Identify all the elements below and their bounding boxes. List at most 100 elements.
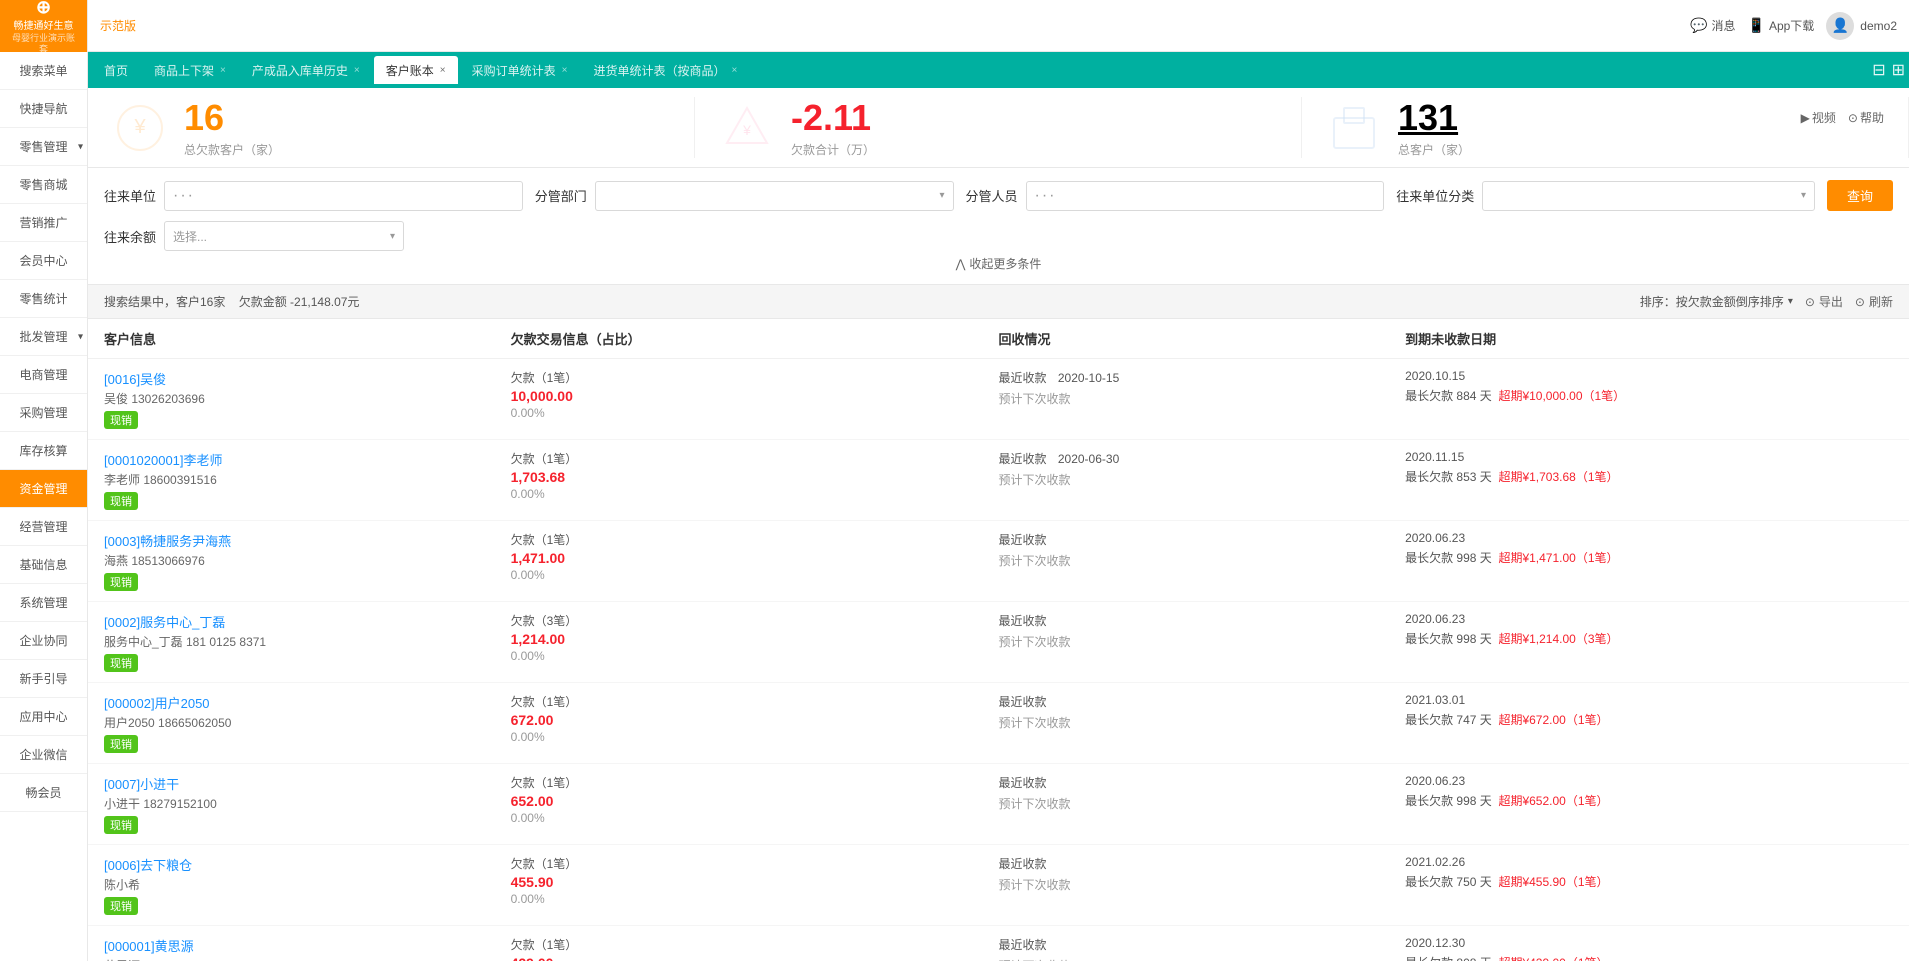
debt-count-0: 欠款（1笔） (511, 369, 999, 386)
tab-purchase_orders[interactable]: 采购订单统计表× (460, 56, 580, 84)
sidebar-item-ecommerce[interactable]: 电商管理 (0, 356, 87, 394)
sidebar-item-apps[interactable]: 应用中心 (0, 698, 87, 736)
sidebar-item-newbie[interactable]: 新手引导 (0, 660, 87, 698)
sidebar-item-member-vip[interactable]: 畅会员 (0, 774, 87, 812)
sidebar-item-enterprise[interactable]: 企业协同 (0, 622, 87, 660)
tab-close-production[interactable]: × (354, 65, 360, 76)
collapse-up-icon: ⋀ (956, 257, 966, 271)
debt-ratio-1: 0.00% (511, 487, 999, 501)
customer-name-5[interactable]: [0007]小进干 (104, 774, 511, 793)
tab-production[interactable]: 产成品入库单历史 × (240, 56, 372, 84)
source-unit-input[interactable]: ··· (164, 181, 523, 211)
department-arrow-icon: ▾ (939, 190, 944, 201)
sidebar-item-operations[interactable]: 经营管理 (0, 508, 87, 546)
maximize-icon[interactable]: ⊞ (1892, 60, 1905, 80)
tab-close-products[interactable]: × (220, 65, 226, 76)
debt-amount-6: 455.90 (511, 874, 999, 890)
overdue-link-5[interactable]: 超期¥652.00（1笔） (1498, 794, 1608, 808)
customer-name-4[interactable]: [000002]用户2050 (104, 693, 511, 712)
overdue-link-3[interactable]: 超期¥1,214.00（3笔） (1498, 632, 1618, 646)
help-btn[interactable]: ⊙ 帮助 (1848, 109, 1884, 126)
total-customers-icon (1326, 100, 1382, 156)
total-debt-customers-number: 16 (184, 97, 280, 139)
sidebar-item-quick-nav[interactable]: 快捷导航 (0, 90, 87, 128)
customer-name-1[interactable]: [0001020001]李老师 (104, 450, 511, 469)
sidebar-item-finance[interactable]: 资金管理 (0, 470, 87, 508)
sidebar-item-wecom[interactable]: 企业微信 (0, 736, 87, 774)
debt-count-6: 欠款（1笔） (511, 855, 999, 872)
collection-info-6: 最近收款 预计下次收款 (999, 855, 1406, 893)
unit-category-filter: 往来单位分类 ▾ (1396, 181, 1815, 211)
minimize-icon[interactable]: ⊟ (1872, 60, 1885, 80)
customer-info-7: [000001]黄思源 黄思源 13552700226 现销 (104, 936, 511, 961)
header-customer: 客户信息 (104, 329, 511, 348)
results-actions: 排序：按欠款金额倒序排序 ▾ ⊙ 导出 ⊙ 刷新 (1640, 293, 1893, 310)
refresh-icon: ⊙ (1855, 295, 1865, 309)
tab-products[interactable]: 商品上下架× (142, 56, 238, 84)
user-avatar[interactable]: 👤 demo2 (1826, 12, 1897, 40)
collection-label-1: 最近收款 (999, 452, 1047, 466)
filter-row-2: 往来余额 选择... ▾ (104, 221, 1893, 251)
overdue-link-6[interactable]: 超期¥455.90（1笔） (1498, 875, 1608, 889)
customer-name-0[interactable]: [0016]吴俊 (104, 369, 511, 388)
message-btn[interactable]: 💬 消息 (1690, 17, 1735, 34)
collection-info-3: 最近收款 预计下次收款 (999, 612, 1406, 650)
customer-info-4: [000002]用户2050 用户2050 18665062050 现销 (104, 693, 511, 753)
customer-name-3[interactable]: [0002]服务中心_丁磊 (104, 612, 511, 631)
total-debt-customers-label: 总欠款客户（家） (184, 141, 280, 158)
customer-name-2[interactable]: [0003]畅捷服务尹海燕 (104, 531, 511, 550)
sidebar-item-membership[interactable]: 会员中心 (0, 242, 87, 280)
sidebar-item-system[interactable]: 系统管理 (0, 584, 87, 622)
filter-area: 往来单位 ··· 分管部门 ▾ 分管人员 ··· (88, 168, 1909, 285)
tab-close-purchase_orders[interactable]: × (562, 65, 568, 76)
sidebar-item-retail-mgmt[interactable]: 零售管理 (0, 128, 87, 166)
overdue-link-7[interactable]: 超期¥429.00（1笔） (1498, 956, 1608, 961)
table-row: [0001020001]李老师 李老师 18600391516 现销 欠款（1笔… (88, 440, 1909, 521)
customer-name-7[interactable]: [000001]黄思源 (104, 936, 511, 955)
svg-text:¥: ¥ (133, 116, 146, 138)
sort-arrow-icon: ▾ (1788, 296, 1793, 307)
unit-category-select[interactable]: ▾ (1482, 181, 1815, 211)
search-button[interactable]: 查询 (1827, 180, 1893, 211)
sidebar-item-marketing[interactable]: 营销推广 (0, 204, 87, 242)
collection-info-7: 最近收款 预计下次收款 (999, 936, 1406, 961)
sort-select[interactable]: 排序：按欠款金额倒序排序 ▾ (1640, 293, 1793, 310)
overdue-link-4[interactable]: 超期¥672.00（1笔） (1498, 713, 1608, 727)
overdue-info-0: 2020.10.15 最长欠款 884 天 超期¥10,000.00（1笔） (1405, 369, 1893, 404)
overdue-link-2[interactable]: 超期¥1,471.00（1笔） (1498, 551, 1618, 565)
tab-home[interactable]: 首页 (92, 56, 140, 84)
manager-filter: 分管人员 ··· (966, 181, 1385, 211)
sidebar-item-inventory[interactable]: 库存核算 (0, 432, 87, 470)
tab-close-customer_account[interactable]: × (440, 65, 446, 76)
refresh-button[interactable]: ⊙ 刷新 (1855, 293, 1893, 310)
balance-select[interactable]: 选择... ▾ (164, 221, 404, 251)
main-content: 示范版 💬 消息 📱 App下载 👤 demo2 首页商品上下架×产成品入库单历… (88, 0, 1909, 961)
customer-name-6[interactable]: [0006]去下粮仓 (104, 855, 511, 874)
sidebar-item-retail-store[interactable]: 零售商城 (0, 166, 87, 204)
sidebar-item-batch-mgmt[interactable]: 批发管理 (0, 318, 87, 356)
export-button[interactable]: ⊙ 导出 (1805, 293, 1843, 310)
debt-amount-5: 652.00 (511, 793, 999, 809)
sidebar-item-purchase[interactable]: 采购管理 (0, 394, 87, 432)
table-header: 客户信息 欠款交易信息（占比） 回收情况 到期未收款日期 (88, 319, 1909, 359)
department-select[interactable]: ▾ (595, 181, 954, 211)
sidebar-item-search[interactable]: 搜索菜单 (0, 52, 87, 90)
collection-next-1: 预计下次收款 (999, 471, 1406, 488)
collection-info-2: 最近收款 预计下次收款 (999, 531, 1406, 569)
tab-bar: 首页商品上下架×产成品入库单历史×客户账本×采购订单统计表×进货单统计表（按商品… (88, 52, 1909, 88)
overdue-link-1[interactable]: 超期¥1,703.68（1笔） (1498, 470, 1618, 484)
tab-close-purchase_stats[interactable]: × (731, 65, 737, 76)
tab-label-production: 产成品入库单历史 (252, 62, 348, 79)
app-download-btn[interactable]: 📱 App下载 (1748, 17, 1815, 34)
tab-purchase_stats[interactable]: 进货单统计表（按商品）× (581, 56, 749, 84)
tab-customer_account[interactable]: 客户账本× (374, 56, 458, 84)
sidebar-item-retail-stats[interactable]: 零售统计 (0, 280, 87, 318)
collection-label-5: 最近收款 (999, 776, 1047, 790)
overdue-link-0[interactable]: 超期¥10,000.00（1笔） (1498, 389, 1625, 403)
manager-input[interactable]: ··· (1026, 181, 1385, 211)
debt-ratio-6: 0.00% (511, 892, 999, 906)
collapse-button[interactable]: ⋀ 收起更多条件 (104, 255, 1893, 272)
view-btn[interactable]: ▶ 视频 (1801, 109, 1836, 126)
sidebar-item-basic-info[interactable]: 基础信息 (0, 546, 87, 584)
customer-contact-1: 李老师 18600391516 (104, 471, 511, 488)
